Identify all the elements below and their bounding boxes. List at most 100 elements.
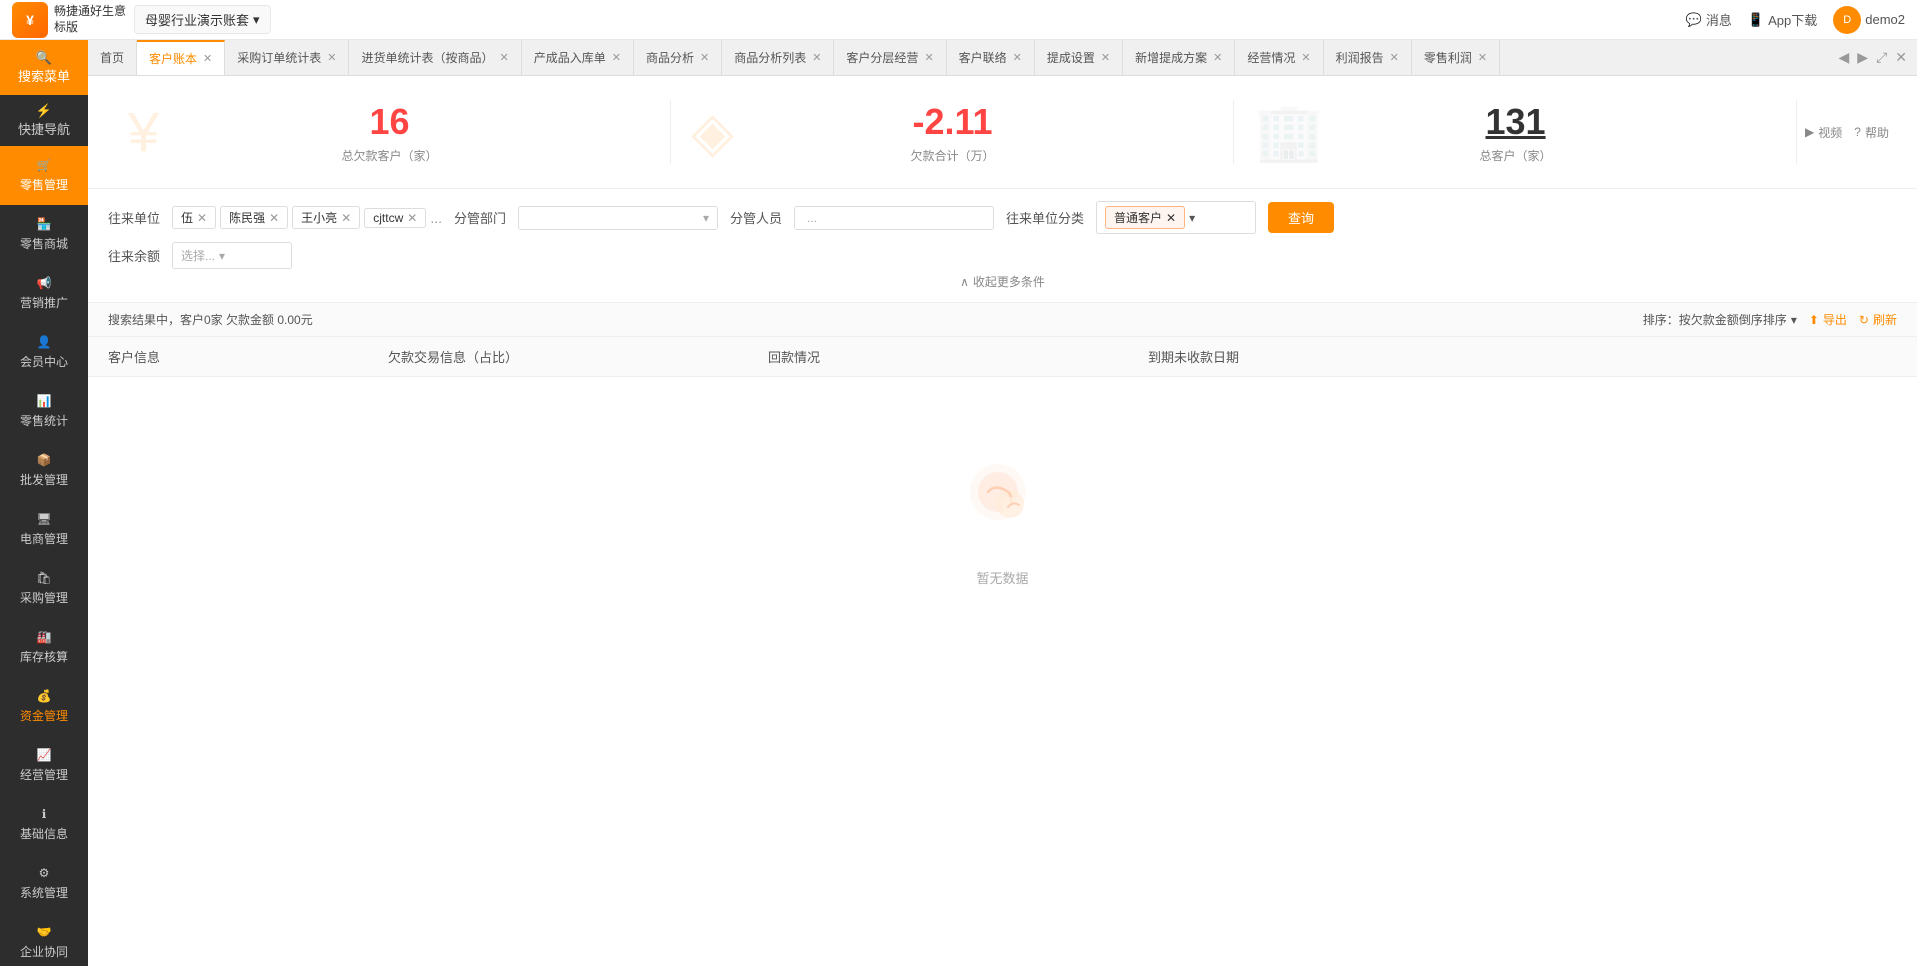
sidebar-item-enterprise-coop[interactable]: 🤝 企业协同 <box>0 913 88 966</box>
tab-raise-settings[interactable]: 提成设置 ✕ <box>1035 40 1123 76</box>
stats-icon: 📊 <box>37 394 52 408</box>
empty-state: 暂无数据 <box>88 377 1917 667</box>
filter-balance-label: 往来余额 <box>108 246 160 265</box>
tab-customer-capital[interactable]: 客户账本 ✕ <box>137 40 225 76</box>
tab-close-purchase-order[interactable]: ✕ <box>327 51 336 64</box>
sidebar-search[interactable]: 🔍 搜索菜单 <box>0 40 88 95</box>
logo-icon: ¥ <box>12 2 48 38</box>
empty-icon <box>963 457 1043 556</box>
sidebar-item-capital[interactable]: 💰 资金管理 <box>0 677 88 736</box>
top-bar-left: ¥ 畅捷通好生意 标版 母婴行业演示账套 ▾ <box>12 2 271 38</box>
sidebar-item-retail-stats[interactable]: 📊 零售统计 <box>0 382 88 441</box>
app-download-button[interactable]: 📱 App下载 <box>1748 10 1817 29</box>
filter-person-select[interactable]: ... <box>794 206 994 230</box>
sidebar-item-system[interactable]: ⚙ 系统管理 <box>0 854 88 913</box>
tab-close-customer-layer[interactable]: ✕ <box>924 51 933 64</box>
filter-category-select[interactable]: 普通客户 ✕ ▾ <box>1096 201 1256 234</box>
sidebar-item-retail-mall[interactable]: 🏪 零售商城 <box>0 205 88 264</box>
marketing-icon: 📢 <box>37 276 52 290</box>
main-layout: 🔍 搜索菜单 ⚡ 快捷导航 🛒 零售管理 🏪 零售商城 📢 营销推广 👤 会员中… <box>0 40 1917 966</box>
tab-close-profit-report[interactable]: ✕ <box>1390 51 1399 64</box>
tab-product-analysis[interactable]: 商品分析 ✕ <box>634 40 722 76</box>
results-actions: 排序：按欠款金额倒序排序 ▾ ⬆ 导出 ↻ 刷新 <box>1643 311 1897 328</box>
remove-tag-chen[interactable]: ✕ <box>269 211 279 225</box>
store-selector[interactable]: 母婴行业演示账套 ▾ <box>134 5 271 34</box>
tab-close-customer-capital[interactable]: ✕ <box>203 52 212 65</box>
coop-icon: 🤝 <box>37 925 52 939</box>
remove-tag-cjttcw[interactable]: ✕ <box>407 211 417 225</box>
help-icon: ? <box>1854 125 1861 139</box>
video-button[interactable]: ▶ 视频 <box>1805 124 1842 141</box>
tab-close-add-raise-plan[interactable]: ✕ <box>1213 51 1222 64</box>
table-col-customer: 客户信息 <box>108 347 388 366</box>
member-icon: 👤 <box>37 335 52 349</box>
tab-product-analysis-list[interactable]: 商品分析列表 ✕ <box>722 40 834 76</box>
filter-tag-category: 普通客户 ✕ <box>1105 206 1185 229</box>
filter-dept-select[interactable]: ▾ <box>518 206 718 230</box>
tab-home[interactable]: 首页 <box>88 40 137 76</box>
remove-tag-wang[interactable]: ✕ <box>341 211 351 225</box>
sidebar-item-ecommerce[interactable]: 🖥 电商管理 <box>0 500 88 559</box>
filter-tag-wang: 王小亮 ✕ <box>292 206 360 229</box>
tab-close-product-analysis-list[interactable]: ✕ <box>812 51 821 64</box>
help-button[interactable]: ? 帮助 <box>1854 124 1889 141</box>
tab-close-all-button[interactable]: ✕ <box>1893 47 1909 68</box>
stat-total-customers: 🏢 131 总客户（家） <box>1234 92 1797 172</box>
sidebar-item-retail-mgmt[interactable]: 🛒 零售管理 <box>0 146 88 205</box>
tab-next-button[interactable]: ▶ <box>1855 47 1870 68</box>
sort-select[interactable]: 排序：按欠款金额倒序排序 ▾ <box>1643 311 1797 328</box>
tab-close-raise-settings[interactable]: ✕ <box>1101 51 1110 64</box>
sidebar-quick-nav[interactable]: ⚡ 快捷导航 <box>0 95 88 146</box>
tab-customer-layer[interactable]: 客户分层经营 ✕ <box>834 40 946 76</box>
tab-product-stock-in[interactable]: 产成品入库单 ✕ <box>522 40 634 76</box>
filter-unit-tags: 伍 ✕ 陈民强 ✕ 王小亮 ✕ cjttcw ✕ <box>172 206 442 229</box>
tab-retail-profit[interactable]: 零售利润 ✕ <box>1412 40 1500 76</box>
tab-close-stock-stats[interactable]: ✕ <box>500 51 509 64</box>
stat-customers-number: 131 <box>1486 100 1546 143</box>
tab-close-product-stock-in[interactable]: ✕ <box>612 51 621 64</box>
remove-tag-category[interactable]: ✕ <box>1166 211 1176 225</box>
top-bar-right: 💬 消息 📱 App下载 D demo2 <box>1686 6 1905 34</box>
stat-debit-number: 16 <box>369 100 409 143</box>
message-button[interactable]: 💬 消息 <box>1686 10 1732 29</box>
sidebar-item-inventory[interactable]: 🏭 库存核算 <box>0 618 88 677</box>
sidebar-item-wholesale[interactable]: 📦 批发管理 <box>0 441 88 500</box>
user-menu[interactable]: D demo2 <box>1833 6 1905 34</box>
sidebar-item-marketing[interactable]: 📢 营销推广 <box>0 264 88 323</box>
sidebar-item-purchase[interactable]: 🛍 采购管理 <box>0 559 88 618</box>
video-icon: ▶ <box>1805 125 1814 139</box>
tab-prev-button[interactable]: ◀ <box>1837 47 1852 68</box>
filter-more-tags[interactable]: ... <box>430 210 442 226</box>
tab-close-retail-profit[interactable]: ✕ <box>1478 51 1487 64</box>
tab-customer-contact[interactable]: 客户联络 ✕ <box>947 40 1035 76</box>
stat-customers-label: 总客户（家） <box>1480 147 1552 164</box>
message-icon: 💬 <box>1686 12 1702 28</box>
filter-person-label: 分管人员 <box>730 208 782 227</box>
sidebar-item-basic-info[interactable]: ℹ 基础信息 <box>0 795 88 854</box>
results-bar: 搜索结果中，客户0家 欠款金额 0.00元 排序：按欠款金额倒序排序 ▾ ⬆ 导… <box>88 303 1917 337</box>
filter-person-dots[interactable]: ... <box>807 211 817 225</box>
sidebar-item-operation[interactable]: 📈 经营管理 <box>0 736 88 795</box>
filter-tag-wu: 伍 ✕ <box>172 206 216 229</box>
collapse-button[interactable]: ∧ 收起更多条件 <box>108 273 1897 290</box>
tab-profit-report[interactable]: 利润报告 ✕ <box>1324 40 1412 76</box>
filter-balance-select[interactable]: 选择... ▾ <box>172 242 292 269</box>
tab-stock-stats[interactable]: 进货单统计表（按商品） ✕ <box>349 40 521 76</box>
refresh-button[interactable]: ↻ 刷新 <box>1859 311 1897 328</box>
table-col-arrears: 欠款交易信息（占比） <box>388 347 768 366</box>
tab-close-operation-status[interactable]: ✕ <box>1301 51 1310 64</box>
filter-tag-cjttcw: cjttcw ✕ <box>364 208 426 228</box>
stat-debit-label: 总欠款客户（家） <box>342 147 438 164</box>
tab-expand-button[interactable]: ⤢ <box>1874 47 1889 68</box>
filter-category-label: 往来单位分类 <box>1006 208 1084 227</box>
query-button[interactable]: 查询 <box>1268 202 1334 233</box>
export-button[interactable]: ⬆ 导出 <box>1809 311 1847 328</box>
tab-operation-status[interactable]: 经营情况 ✕ <box>1235 40 1323 76</box>
empty-text: 暂无数据 <box>976 568 1028 587</box>
tab-purchase-order[interactable]: 采购订单统计表 ✕ <box>225 40 349 76</box>
remove-tag-wu[interactable]: ✕ <box>197 211 207 225</box>
tab-close-product-analysis[interactable]: ✕ <box>700 51 709 64</box>
sidebar-item-member-center[interactable]: 👤 会员中心 <box>0 323 88 382</box>
tab-close-customer-contact[interactable]: ✕ <box>1013 51 1022 64</box>
tab-add-raise-plan[interactable]: 新增提成方案 ✕ <box>1123 40 1235 76</box>
